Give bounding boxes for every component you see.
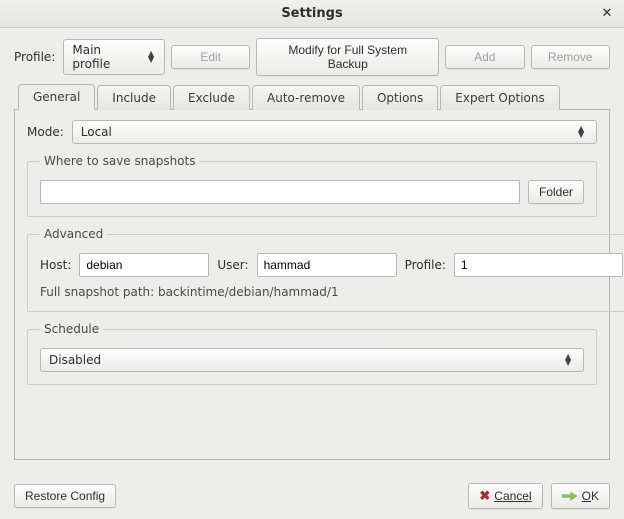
tab-bar: General Include Exclude Auto-remove Opti…	[14, 84, 610, 110]
schedule-legend: Schedule	[40, 322, 103, 336]
tab-exclude[interactable]: Exclude	[173, 85, 250, 110]
mode-select[interactable]: Local ▲▼	[72, 120, 597, 144]
edit-button[interactable]: Edit	[171, 45, 250, 69]
tab-general[interactable]: General	[18, 84, 95, 110]
window-title: Settings	[281, 6, 342, 21]
schedule-group: Schedule Disabled ▲▼	[27, 322, 597, 385]
general-panel: Mode: Local ▲▼ Where to save snapshots F…	[14, 110, 610, 460]
updown-icon: ▲▼	[148, 51, 158, 63]
content-area: Profile: Main profile ▲▼ Edit Modify for…	[0, 28, 624, 470]
host-label: Host:	[40, 258, 71, 272]
save-snapshots-group: Where to save snapshots Folder	[27, 154, 597, 217]
cancel-button[interactable]: ✖ Cancel	[468, 483, 542, 509]
ok-arrow-icon	[562, 490, 578, 502]
folder-button[interactable]: Folder	[528, 180, 584, 204]
schedule-select[interactable]: Disabled ▲▼	[40, 348, 584, 372]
remove-button[interactable]: Remove	[531, 45, 610, 69]
full-path-value: backintime/debian/hammad/1	[158, 285, 339, 299]
user-label: User:	[217, 258, 248, 272]
bottom-bar: Restore Config ✖ Cancel OK	[14, 483, 610, 509]
full-snapshot-path: Full snapshot path: backintime/debian/ha…	[40, 285, 623, 299]
titlebar: Settings ✕	[0, 0, 624, 28]
modify-full-backup-button[interactable]: Modify for Full System Backup	[256, 38, 439, 76]
profile-num-input[interactable]	[454, 253, 623, 277]
tab-options[interactable]: Options	[362, 85, 438, 110]
profile-num-label: Profile:	[405, 258, 446, 272]
tab-expert-options[interactable]: Expert Options	[440, 85, 559, 110]
profile-row: Profile: Main profile ▲▼ Edit Modify for…	[14, 38, 610, 76]
updown-icon: ▲▼	[565, 354, 575, 366]
schedule-select-value: Disabled	[49, 353, 101, 367]
ok-label: OK	[582, 489, 599, 503]
profile-select-value: Main profile	[72, 43, 142, 71]
cancel-icon: ✖	[479, 488, 490, 504]
save-snapshots-legend: Where to save snapshots	[40, 154, 199, 168]
updown-icon: ▲▼	[578, 126, 588, 138]
restore-config-button[interactable]: Restore Config	[14, 484, 116, 508]
cancel-label: Cancel	[494, 489, 531, 503]
advanced-legend: Advanced	[40, 227, 107, 241]
close-icon[interactable]: ✕	[598, 4, 616, 22]
snapshot-path-input[interactable]	[40, 180, 520, 204]
host-input[interactable]	[79, 253, 209, 277]
mode-label: Mode:	[27, 125, 64, 139]
tab-include[interactable]: Include	[97, 85, 171, 110]
ok-button[interactable]: OK	[551, 483, 610, 509]
mode-row: Mode: Local ▲▼	[27, 120, 597, 144]
profile-label: Profile:	[14, 50, 55, 64]
mode-select-value: Local	[81, 125, 112, 139]
profile-select[interactable]: Main profile ▲▼	[63, 39, 165, 75]
tab-autoremove[interactable]: Auto-remove	[252, 85, 360, 110]
full-path-label: Full snapshot path:	[40, 285, 158, 299]
user-input[interactable]	[257, 253, 397, 277]
add-button[interactable]: Add	[445, 45, 524, 69]
advanced-group: Advanced Host: User: Profile: Full snaps…	[27, 227, 624, 312]
